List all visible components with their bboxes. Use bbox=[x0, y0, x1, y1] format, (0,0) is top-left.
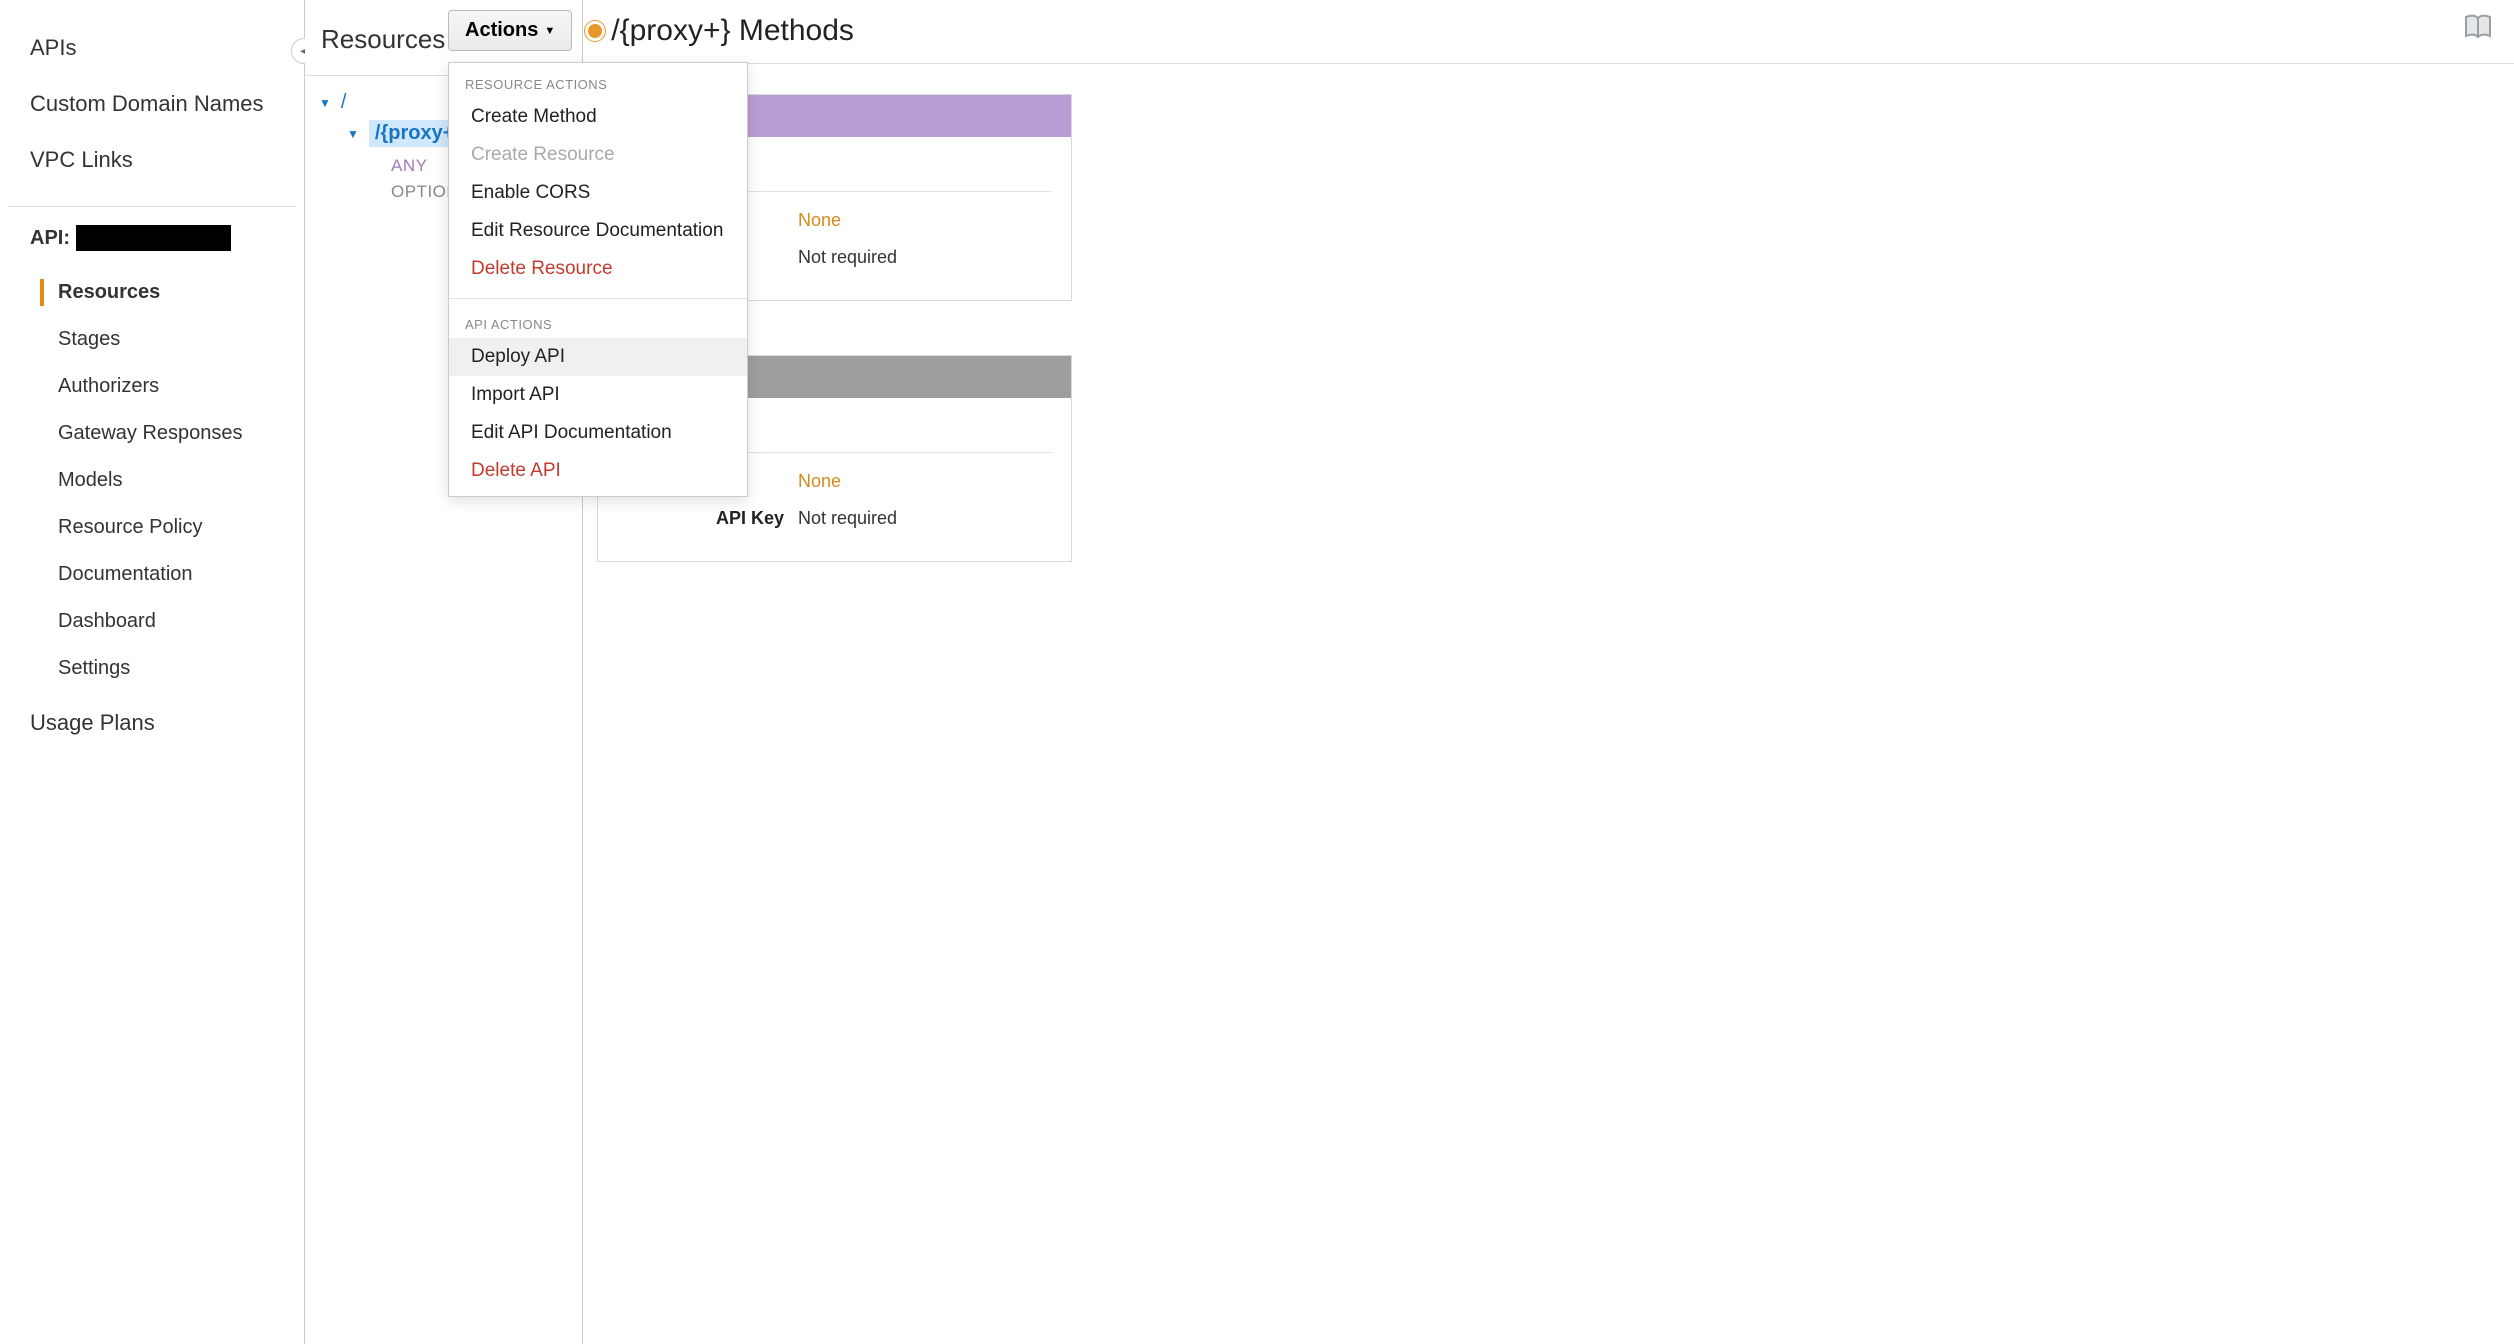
dropdown-item-import-api[interactable]: Import API bbox=[449, 376, 747, 414]
actions-dropdown: RESOURCE ACTIONS Create Method Create Re… bbox=[448, 62, 748, 497]
dropdown-item-delete-api[interactable]: Delete API bbox=[449, 452, 747, 490]
api-nav-authorizers[interactable]: Authorizers bbox=[40, 363, 304, 410]
dropdown-item-deploy-api[interactable]: Deploy API bbox=[449, 338, 747, 376]
card-row-value-apikey: Not required bbox=[798, 508, 1051, 529]
main-content: Actions ▼ /{proxy+} Methods RESOURCE ACT… bbox=[583, 0, 2514, 1344]
sidebar-link-usage-plans[interactable]: Usage Plans bbox=[0, 692, 304, 754]
sidebar-link-vpc-links[interactable]: VPC Links bbox=[30, 132, 274, 188]
sidebar-link-custom-domains[interactable]: Custom Domain Names bbox=[30, 76, 274, 132]
dropdown-divider bbox=[449, 298, 747, 299]
dropdown-item-delete-resource[interactable]: Delete Resource bbox=[449, 250, 747, 288]
book-icon[interactable] bbox=[2464, 14, 2492, 47]
api-nav-resources[interactable]: Resources bbox=[40, 269, 304, 316]
actions-button[interactable]: Actions ▼ bbox=[448, 10, 572, 51]
annotation-marker-icon bbox=[585, 21, 605, 41]
api-label: API: bbox=[30, 227, 70, 250]
dropdown-item-edit-resource-doc[interactable]: Edit Resource Documentation bbox=[449, 212, 747, 250]
api-name-redacted bbox=[76, 225, 231, 251]
dropdown-item-enable-cors[interactable]: Enable CORS bbox=[449, 174, 747, 212]
api-nav-models[interactable]: Models bbox=[40, 457, 304, 504]
dropdown-item-create-method[interactable]: Create Method bbox=[449, 98, 747, 136]
card-row-label-apikey: API Key bbox=[618, 508, 798, 529]
actions-button-label: Actions bbox=[465, 19, 538, 42]
sidebar-left: APIs Custom Domain Names VPC Links API: … bbox=[0, 0, 305, 1344]
dropdown-group-api-actions: API ACTIONS bbox=[449, 303, 747, 338]
dropdown-item-edit-api-doc[interactable]: Edit API Documentation bbox=[449, 414, 747, 452]
api-nav-gateway-responses[interactable]: Gateway Responses bbox=[40, 410, 304, 457]
sidebar-link-apis[interactable]: APIs bbox=[30, 20, 274, 76]
api-nav-stages[interactable]: Stages bbox=[40, 316, 304, 363]
sidebar-divider bbox=[8, 206, 296, 207]
tree-node-root[interactable]: / bbox=[341, 91, 347, 114]
page-title: /{proxy+} Methods bbox=[611, 14, 854, 48]
dropdown-group-resource-actions: RESOURCE ACTIONS bbox=[449, 63, 747, 98]
card-row-value-apikey: Not required bbox=[798, 247, 1051, 268]
chevron-down-icon: ▼ bbox=[544, 25, 555, 37]
tree-caret-proxy[interactable]: ▼ bbox=[347, 127, 359, 141]
api-nav-settings[interactable]: Settings bbox=[40, 645, 304, 692]
dropdown-item-create-resource: Create Resource bbox=[449, 136, 747, 174]
card-row-value-authorization[interactable]: None bbox=[798, 471, 1051, 492]
api-nav-resource-policy[interactable]: Resource Policy bbox=[40, 504, 304, 551]
tree-caret-root[interactable]: ▼ bbox=[319, 96, 331, 110]
card-row-value-authorization[interactable]: None bbox=[798, 210, 1051, 231]
api-nav: Resources Stages Authorizers Gateway Res… bbox=[0, 269, 304, 692]
resource-panel-title: Resources bbox=[317, 18, 449, 61]
api-nav-documentation[interactable]: Documentation bbox=[40, 551, 304, 598]
api-nav-dashboard[interactable]: Dashboard bbox=[40, 598, 304, 645]
